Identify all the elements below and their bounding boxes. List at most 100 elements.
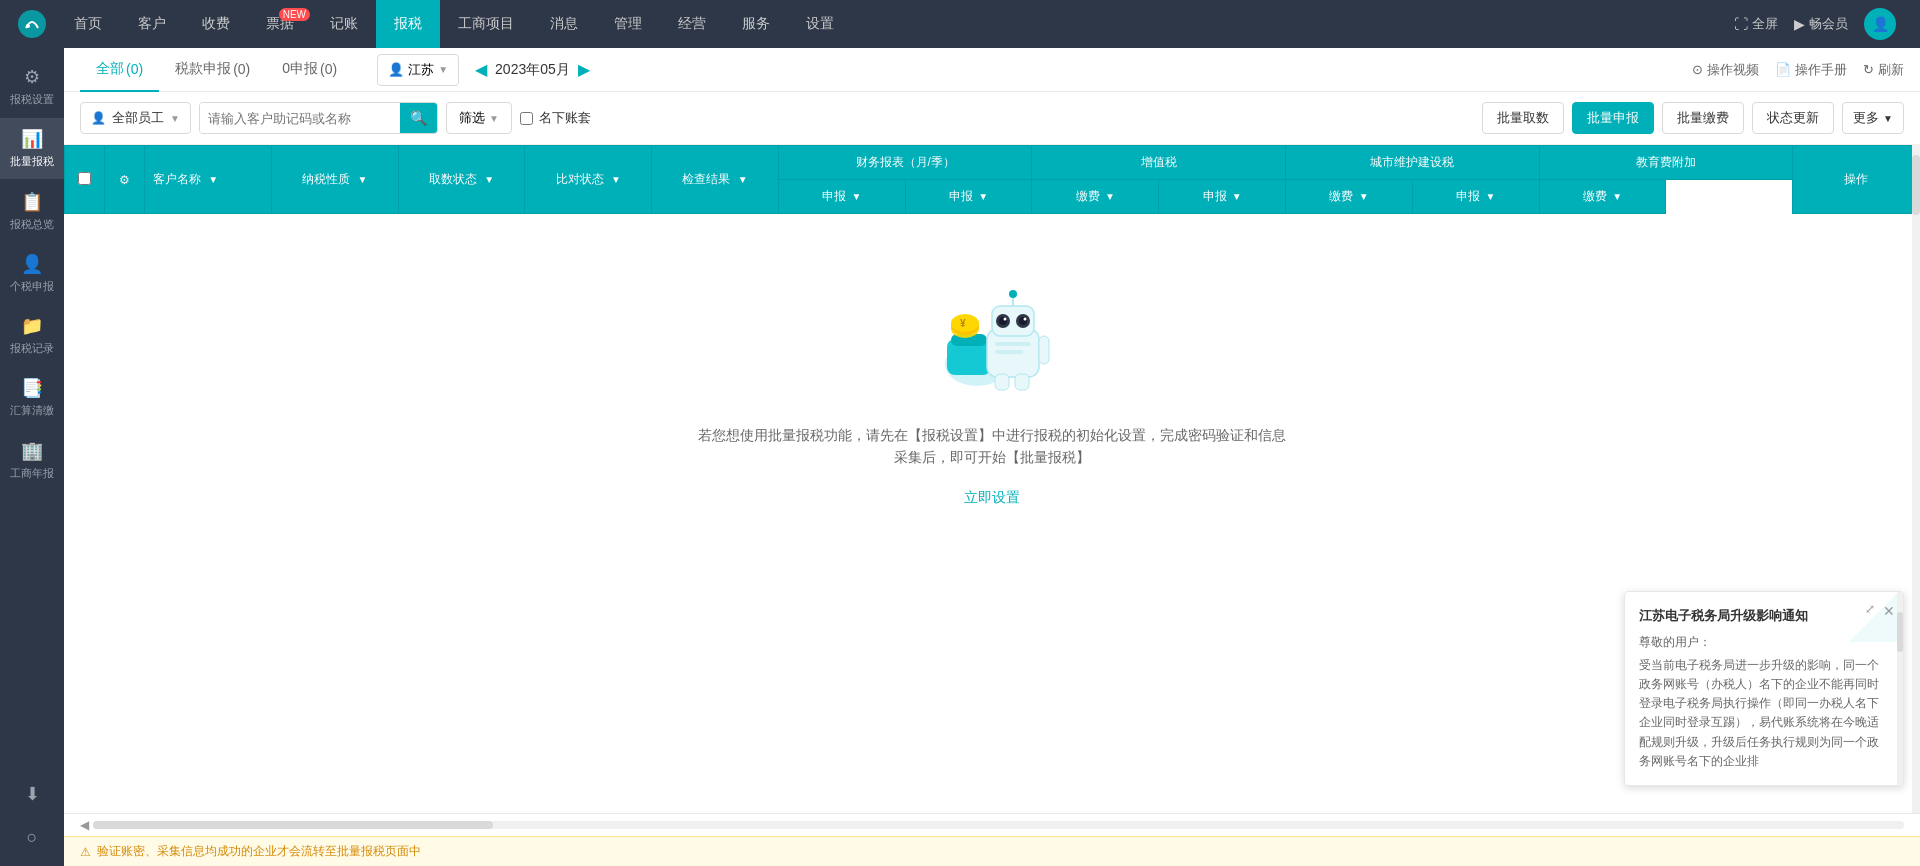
filter-icon-city-declare[interactable]: ▼ <box>1232 191 1242 202</box>
sidebar-item-personal-tax[interactable]: 👤 个税申报 <box>0 243 64 303</box>
operation-manual-btn[interactable]: 📄 操作手册 <box>1775 61 1847 79</box>
svg-rect-20 <box>1039 336 1049 364</box>
resize-notification-btn[interactable]: ⤢ <box>1865 600 1875 622</box>
more-btn[interactable]: 更多 ▼ <box>1842 102 1904 134</box>
filter-icon-fetch[interactable]: ▼ <box>484 174 494 185</box>
col-settings-header: ⚙ <box>105 146 145 214</box>
operation-video-btn[interactable]: ⊙ 操作视频 <box>1692 61 1759 79</box>
panel-scrollbar[interactable] <box>1897 592 1903 785</box>
member-btn[interactable]: ▶ 畅会员 <box>1794 15 1848 33</box>
logo[interactable] <box>8 0 56 48</box>
nav-item-operation[interactable]: 经营 <box>660 0 724 48</box>
search-input[interactable] <box>200 103 400 133</box>
col-edu-pay: 缴费 ▼ <box>1539 180 1666 214</box>
col-tax-nature-header: 纳税性质 ▼ <box>271 146 398 214</box>
avatar[interactable]: 👤 <box>1864 8 1896 40</box>
scrollbar-thumb[interactable] <box>93 821 493 829</box>
chevron-down-icon: ▼ <box>438 64 448 75</box>
svg-text:¥: ¥ <box>960 318 966 329</box>
col-vat-pay: 缴费 ▼ <box>1032 180 1159 214</box>
table-scrollbar-vertical[interactable] <box>1912 145 1920 813</box>
nav-item-service[interactable]: 服务 <box>724 0 788 48</box>
col-financial-report-header: 财务报表（月/季） <box>778 146 1032 180</box>
batch-fetch-btn[interactable]: 批量取数 <box>1482 102 1564 134</box>
prev-month-btn[interactable]: ◀ <box>475 60 487 79</box>
status-bar: ⚠ 验证账密、采集信息均成功的企业才会流转至批量报税页面中 <box>64 836 1920 866</box>
col-edu-declare: 申报 ▼ <box>1412 180 1539 214</box>
status-update-btn[interactable]: 状态更新 <box>1752 102 1834 134</box>
nav-item-manage[interactable]: 管理 <box>596 0 660 48</box>
nav-item-tax[interactable]: 报税 <box>376 0 440 48</box>
filter-icon-customer[interactable]: ▼ <box>208 174 218 185</box>
nav-item-message[interactable]: 消息 <box>532 0 596 48</box>
sidebar-item-tax-overview[interactable]: 📋 报税总览 <box>0 181 64 241</box>
filter-icon-nature[interactable]: ▼ <box>357 174 367 185</box>
employee-select[interactable]: 👤 全部员工 ▼ <box>80 102 191 134</box>
filter-icon-vat-pay[interactable]: ▼ <box>1105 191 1115 202</box>
download-icon: ⬇ <box>25 783 40 805</box>
nav-right: ⛶ 全屏 ▶ 畅会员 👤 <box>1734 8 1912 40</box>
settings-icon: ⚙ <box>119 173 130 187</box>
sidebar-item-download[interactable]: ⬇ <box>0 773 64 815</box>
sidebar-item-annual-settle[interactable]: 📑 汇算清缴 <box>0 367 64 427</box>
col-edu-fee-header: 教育费附加 <box>1539 146 1793 180</box>
col-fetch-status-header: 取数状态 ▼ <box>398 146 525 214</box>
svg-point-17 <box>1024 318 1027 321</box>
col-operation-header: 操作 <box>1793 146 1920 214</box>
nav-item-business[interactable]: 工商项目 <box>440 0 532 48</box>
batch-tax-icon: 📊 <box>21 128 43 150</box>
notification-content: 受当前电子税务局进一步升级的影响，同一个政务网账号（办税人）名下的企业不能再同时… <box>1639 656 1889 771</box>
nav-item-home[interactable]: 首页 <box>56 0 120 48</box>
robot-illustration: ¥ <box>927 274 1057 404</box>
tab-all[interactable]: 全部 (0) <box>80 48 159 92</box>
panel-scrollbar-thumb[interactable] <box>1897 612 1903 652</box>
filter-icon-city-pay[interactable]: ▼ <box>1359 191 1369 202</box>
bottom-scrollbar-container: ◀ <box>64 813 1920 836</box>
col-city-declare: 申报 ▼ <box>1159 180 1286 214</box>
batch-declare-btn[interactable]: 批量申报 <box>1572 102 1654 134</box>
sidebar-item-tax-settings[interactable]: ⚙ 报税设置 <box>0 56 64 116</box>
tab-tax-declare[interactable]: 税款申报 (0) <box>159 48 266 92</box>
filter-button[interactable]: 筛选 ▼ <box>446 102 512 134</box>
svg-rect-21 <box>995 374 1009 390</box>
province-selector[interactable]: 👤 江苏 ▼ <box>377 54 459 86</box>
close-notification-btn[interactable]: ✕ <box>1883 600 1895 622</box>
scroll-left-arrow[interactable]: ◀ <box>80 818 89 832</box>
video-icon: ⊙ <box>1692 62 1703 77</box>
filter-icon-compare[interactable]: ▼ <box>611 174 621 185</box>
checkbox-label[interactable]: 名下账套 <box>520 109 591 127</box>
col-vat-declare: 申报 ▼ <box>905 180 1032 214</box>
filter-icon-edu-declare[interactable]: ▼ <box>1485 191 1495 202</box>
nav-item-customer[interactable]: 客户 <box>120 0 184 48</box>
refresh-btn[interactable]: ↻ 刷新 <box>1863 61 1904 79</box>
nav-item-invoice[interactable]: 票据 NEW <box>248 0 312 48</box>
nav-item-billing[interactable]: 收费 <box>184 0 248 48</box>
svg-point-0 <box>18 10 46 38</box>
more-icon: ▼ <box>1883 113 1893 124</box>
filter-icon-edu-pay[interactable]: ▼ <box>1612 191 1622 202</box>
warning-icon: ⚠ <box>80 845 91 859</box>
col-compare-status-header: 比对状态 ▼ <box>525 146 652 214</box>
nav-item-settings[interactable]: 设置 <box>788 0 852 48</box>
scrollbar-track[interactable] <box>93 821 1904 829</box>
sidebar-item-user[interactable]: ○ <box>0 817 64 858</box>
batch-pay-btn[interactable]: 批量缴费 <box>1662 102 1744 134</box>
account-checkbox[interactable] <box>520 112 533 125</box>
filter-icon-check[interactable]: ▼ <box>738 174 748 185</box>
sidebar-item-tax-record[interactable]: 📁 报税记录 <box>0 305 64 365</box>
search-button[interactable]: 🔍 <box>400 102 437 134</box>
nav-item-bookkeeping[interactable]: 记账 <box>312 0 376 48</box>
next-month-btn[interactable]: ▶ <box>578 60 590 79</box>
tabs-bar: 全部 (0) 税款申报 (0) 0申报 (0) 👤 江苏 ▼ ◀ 2023年05… <box>64 48 1920 92</box>
table-scrollbar-thumb-v[interactable] <box>1912 155 1920 215</box>
sidebar: ⚙ 报税设置 📊 批量报税 📋 报税总览 👤 个税申报 📁 报税记录 📑 汇算清… <box>0 48 64 866</box>
fullscreen-btn[interactable]: ⛶ 全屏 <box>1734 15 1778 33</box>
sidebar-item-business-annual[interactable]: 🏢 工商年报 <box>0 430 64 490</box>
sidebar-item-batch-tax[interactable]: 📊 批量报税 <box>0 118 64 178</box>
setup-link[interactable]: 立即设置 <box>964 489 1020 507</box>
filter-icon-vat-declare[interactable]: ▼ <box>978 191 988 202</box>
filter-icon-fin-declare[interactable]: ▼ <box>852 191 862 202</box>
refresh-icon: ↻ <box>1863 62 1874 77</box>
tab-zero-declare[interactable]: 0申报 (0) <box>266 48 353 92</box>
select-all-checkbox[interactable] <box>78 172 91 185</box>
